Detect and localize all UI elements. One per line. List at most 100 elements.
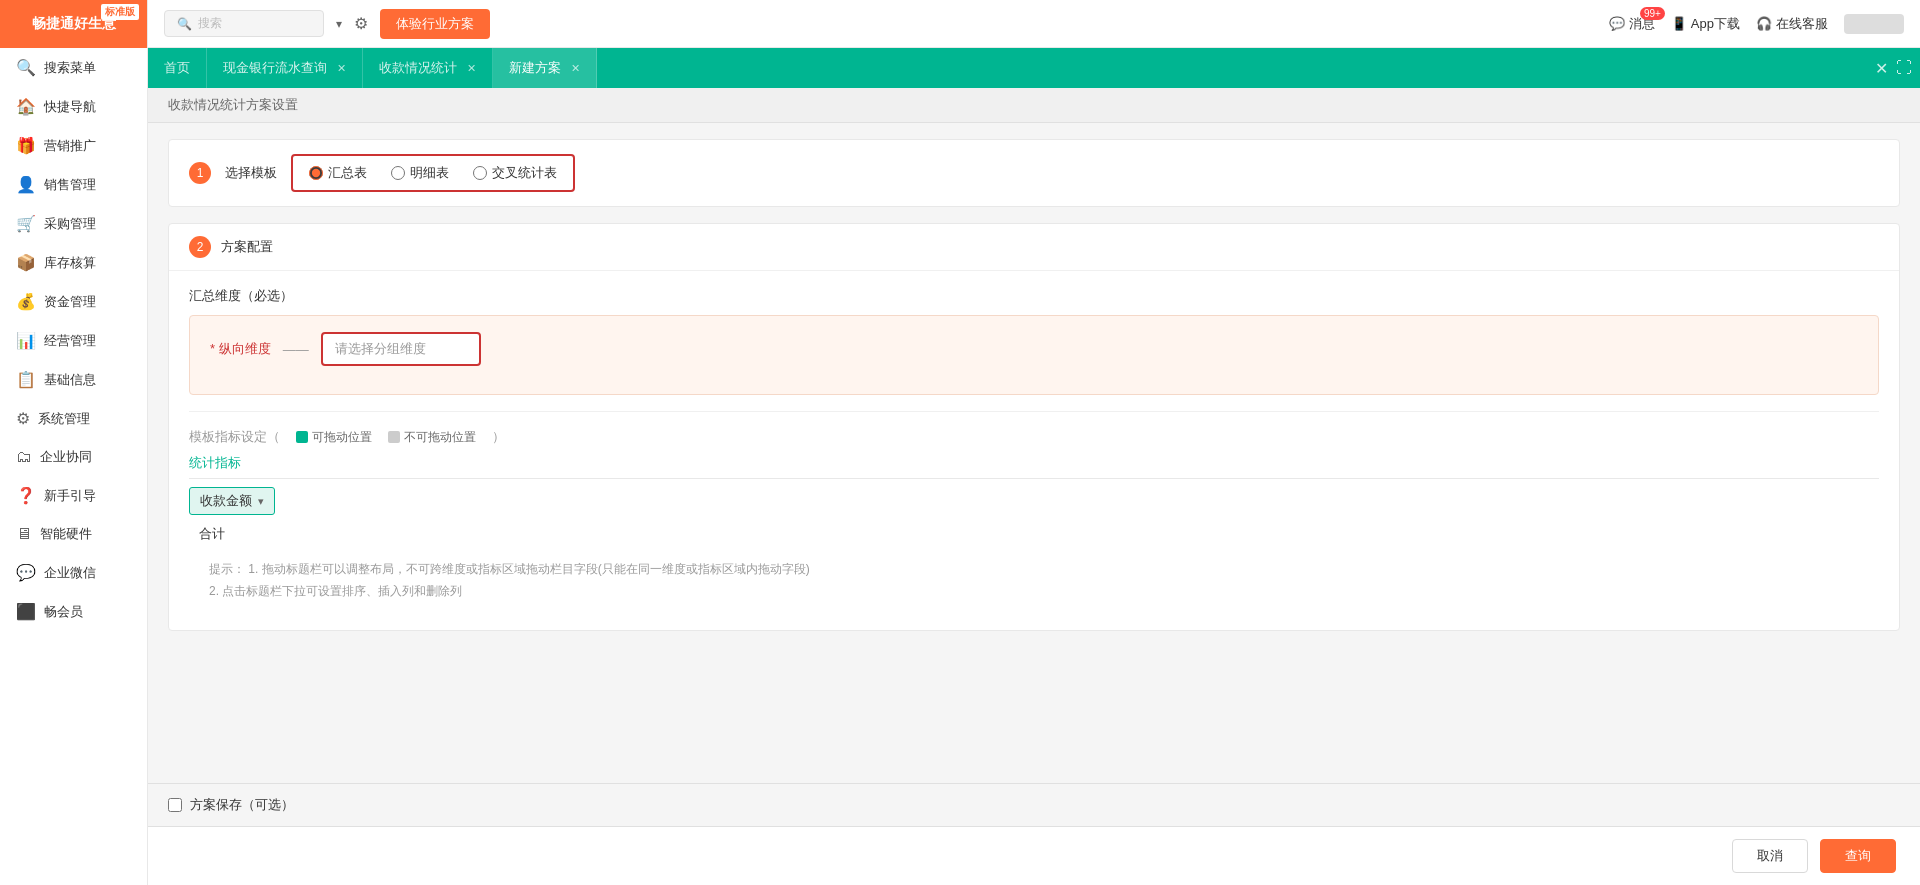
save-label: 方案保存（可选）	[190, 796, 294, 814]
sidebar-item-label: 资金管理	[44, 293, 96, 311]
save-checkbox[interactable]	[168, 798, 182, 812]
movable-label: 可拖动位置	[312, 429, 372, 446]
query-button[interactable]: 查询	[1820, 839, 1896, 873]
cart-icon: 🛒	[16, 214, 36, 233]
step2-header: 2 方案配置	[169, 224, 1899, 271]
non-movable-dot	[388, 431, 400, 443]
list-icon: 📋	[16, 370, 36, 389]
movable-badge: 可拖动位置	[296, 429, 372, 446]
tab-cashflow[interactable]: 现金银行流水查询 ✕	[207, 48, 363, 88]
tab-receipts[interactable]: 收款情况统计 ✕	[363, 48, 493, 88]
sidebar-item-marketing[interactable]: 🎁 营销推广	[0, 126, 147, 165]
dimension-placeholder: 请选择分组维度	[335, 341, 426, 356]
sidebar-item-label: 企业微信	[44, 564, 96, 582]
option-summary-label: 汇总表	[328, 164, 367, 182]
service-label: 在线客服	[1776, 15, 1828, 33]
chat-icon: 💬	[16, 563, 36, 582]
sidebar-item-guide[interactable]: ❓ 新手引导	[0, 476, 147, 515]
dimension-area: * 纵向维度 —— 请选择分组维度	[189, 315, 1879, 395]
dimension-title: 汇总维度（必选）	[189, 287, 1879, 305]
tabbar: 首页 现金银行流水查询 ✕ 收款情况统计 ✕ 新建方案 ✕ ✕ ⛶	[148, 48, 1920, 88]
non-movable-badge: 不可拖动位置	[388, 429, 476, 446]
tab-cashflow-label: 现金银行流水查询	[223, 59, 327, 77]
sidebar-item-member[interactable]: ⬛ 畅会员	[0, 592, 147, 631]
close-window-btn[interactable]: ✕	[1875, 59, 1888, 78]
tab-cashflow-close[interactable]: ✕	[337, 62, 346, 75]
step1-label: 选择模板	[225, 164, 277, 182]
sidebar-item-label: 采购管理	[44, 215, 96, 233]
topbar: 🔍 搜索 ▾ ⚙ 体验行业方案 💬 消息 99+ 📱 App下载 🎧 在线客服	[148, 0, 1920, 48]
tab-receipts-close[interactable]: ✕	[467, 62, 476, 75]
sidebar-item-label: 搜索菜单	[44, 59, 96, 77]
tab-newplan[interactable]: 新建方案 ✕	[493, 48, 597, 88]
folder-icon: 🗂	[16, 448, 32, 466]
sidebar-item-purchase[interactable]: 🛒 采购管理	[0, 204, 147, 243]
search-icon: 🔍	[16, 58, 36, 77]
sidebar-item-collab[interactable]: 🗂 企业协同	[0, 438, 147, 476]
sidebar-item-inventory[interactable]: 📦 库存核算	[0, 243, 147, 282]
download-icon: 📱	[1671, 16, 1687, 31]
content-area: 收款情况统计方案设置 1 选择模板 汇总表 明细表	[148, 88, 1920, 826]
home-icon: 🏠	[16, 97, 36, 116]
dimension-select[interactable]: 请选择分组维度	[321, 332, 481, 366]
user-icon: 👤	[16, 175, 36, 194]
sidebar-item-hardware[interactable]: 🖥 智能硬件	[0, 515, 147, 553]
chart-icon: 📊	[16, 331, 36, 350]
service-btn[interactable]: 🎧 在线客服	[1756, 15, 1828, 33]
hints-section: 提示： 1. 拖动标题栏可以调整布局，不可跨维度或指标区域拖动栏目字段(只能在同…	[189, 547, 1879, 614]
sidebar-item-nav[interactable]: 🏠 快捷导航	[0, 87, 147, 126]
box-icon: 📦	[16, 253, 36, 272]
stats-subtag: 合计	[189, 521, 235, 547]
tab-home-label: 首页	[164, 59, 190, 77]
sidebar-item-label: 新手引导	[44, 487, 96, 505]
tag-amount-label: 收款金额	[200, 492, 252, 510]
sidebar-item-label: 基础信息	[44, 371, 96, 389]
sidebar-item-label: 系统管理	[38, 410, 90, 428]
tag-dropdown-icon[interactable]: ▾	[258, 495, 264, 508]
sidebar-item-label: 销售管理	[44, 176, 96, 194]
tab-newplan-label: 新建方案	[509, 59, 561, 77]
download-label: App下载	[1691, 15, 1740, 33]
sidebar-item-finance[interactable]: 💰 资金管理	[0, 282, 147, 321]
sidebar-item-label: 企业协同	[40, 448, 92, 466]
notification-badge: 99+	[1640, 7, 1665, 20]
indicator-header: 模板指标设定（ 可拖动位置 不可拖动位置 ）	[189, 428, 1879, 446]
footer-bar: 取消 查询	[148, 826, 1920, 885]
radio-detail[interactable]	[391, 166, 405, 180]
industry-btn[interactable]: 体验行业方案	[380, 9, 490, 39]
sidebar-item-sales[interactable]: 👤 销售管理	[0, 165, 147, 204]
dimension-section: 汇总维度（必选） * 纵向维度 —— 请选择分组维度	[189, 287, 1879, 395]
indicator-section: 模板指标设定（ 可拖动位置 不可拖动位置 ） 统计指标	[189, 411, 1879, 547]
search-box[interactable]: 🔍 搜索	[164, 10, 324, 37]
tabbar-controls: ✕ ⛶	[1875, 59, 1912, 78]
download-btn[interactable]: 📱 App下载	[1671, 15, 1740, 33]
breadcrumb: 收款情况统计方案设置	[148, 88, 1920, 123]
step1-inner: 1 选择模板 汇总表 明细表 交叉统计表	[169, 140, 1899, 206]
sidebar-item-management[interactable]: 📊 经营管理	[0, 321, 147, 360]
avatar	[1844, 14, 1904, 34]
stats-tag-amount[interactable]: 收款金额 ▾	[189, 487, 275, 515]
gear-icon: ⚙	[16, 409, 30, 428]
tab-home[interactable]: 首页	[148, 48, 207, 88]
option-summary[interactable]: 汇总表	[309, 164, 367, 182]
search-icon-top: 🔍	[177, 17, 192, 31]
sidebar-item-wechat[interactable]: 💬 企业微信	[0, 553, 147, 592]
tab-newplan-close[interactable]: ✕	[571, 62, 580, 75]
cancel-button[interactable]: 取消	[1732, 839, 1808, 873]
radio-cross[interactable]	[473, 166, 487, 180]
sidebar-item-search[interactable]: 🔍 搜索菜单	[0, 48, 147, 87]
option-cross[interactable]: 交叉统计表	[473, 164, 557, 182]
maximize-btn[interactable]: ⛶	[1896, 59, 1912, 78]
stats-subtag-area: 合计	[189, 515, 1879, 547]
settings-icon[interactable]: ⚙	[354, 14, 368, 33]
radio-summary[interactable]	[309, 166, 323, 180]
sidebar-item-basic[interactable]: 📋 基础信息	[0, 360, 147, 399]
sidebar-item-system[interactable]: ⚙ 系统管理	[0, 399, 147, 438]
option-detail[interactable]: 明细表	[391, 164, 449, 182]
breadcrumb-text: 收款情况统计方案设置	[168, 97, 298, 112]
topbar-dropdown[interactable]: ▾	[336, 17, 342, 31]
member-icon: ⬛	[16, 602, 36, 621]
hint-2: 2. 点击标题栏下拉可设置排序、插入列和删除列	[209, 581, 1859, 603]
content-body: 1 选择模板 汇总表 明细表 交叉统计表	[148, 123, 1920, 783]
notification-btn[interactable]: 💬 消息 99+	[1609, 15, 1655, 33]
